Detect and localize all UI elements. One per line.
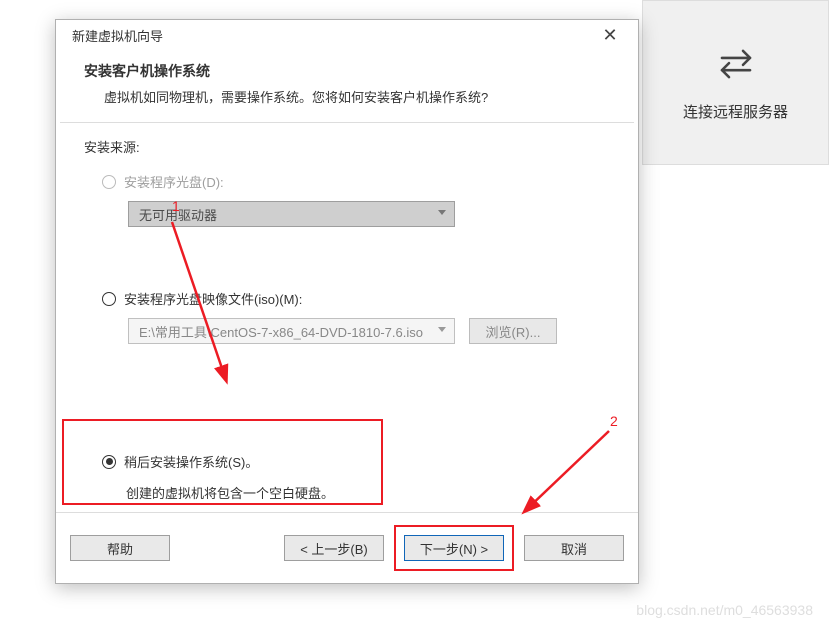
iso-file-row: E:\常用工具\CentOS-7-x86_64-DVD-1810-7.6.iso…	[128, 318, 610, 344]
annotation-box-2: 下一步(N) >	[394, 525, 514, 571]
wizard-heading: 安装客户机操作系统	[84, 61, 610, 81]
chevron-down-icon	[438, 327, 446, 332]
wizard-description: 虚拟机如同物理机，需要操作系统。您将如何安装客户机操作系统?	[104, 87, 610, 106]
swap-arrows-icon	[715, 43, 757, 89]
remote-server-panel[interactable]: 连接远程服务器	[642, 0, 829, 165]
title-bar: 新建虚拟机向导 ✕	[56, 20, 638, 51]
browse-button[interactable]: 浏览(R)...	[469, 318, 557, 344]
wizard-content: 安装来源: 安装程序光盘(D): 无可用驱动器 安装程序光盘映像文件(iso)(…	[56, 123, 638, 512]
annotation-label-1: 1	[172, 198, 180, 214]
close-button[interactable]: ✕	[590, 25, 630, 46]
help-button[interactable]: 帮助	[70, 535, 170, 561]
option-disc: 安装程序光盘(D):	[102, 172, 610, 191]
watermark: blog.csdn.net/m0_46563938	[636, 602, 813, 618]
new-vm-wizard-dialog: 新建虚拟机向导 ✕ 安装客户机操作系统 虚拟机如同物理机，需要操作系统。您将如何…	[55, 19, 639, 584]
source-label: 安装来源:	[84, 137, 610, 156]
chevron-down-icon	[438, 210, 446, 215]
dialog-title: 新建虚拟机向导	[72, 26, 590, 45]
radio-disc	[102, 175, 116, 189]
iso-path-input[interactable]: E:\常用工具\CentOS-7-x86_64-DVD-1810-7.6.iso	[128, 318, 455, 344]
radio-iso-label: 安装程序光盘映像文件(iso)(M):	[124, 289, 302, 308]
back-button[interactable]: < 上一步(B)	[284, 535, 384, 561]
radio-iso[interactable]	[102, 292, 116, 306]
radio-disc-label: 安装程序光盘(D):	[124, 172, 224, 191]
option-iso[interactable]: 安装程序光盘映像文件(iso)(M):	[102, 289, 610, 308]
remote-server-label: 连接远程服务器	[683, 101, 788, 122]
next-button[interactable]: 下一步(N) >	[404, 535, 504, 561]
annotation-label-2: 2	[610, 413, 618, 429]
wizard-footer: 帮助 < 上一步(B) 下一步(N) > 取消	[56, 512, 638, 583]
iso-path-value: E:\常用工具\CentOS-7-x86_64-DVD-1810-7.6.iso	[139, 322, 423, 341]
wizard-header: 安装客户机操作系统 虚拟机如同物理机，需要操作系统。您将如何安装客户机操作系统?	[56, 51, 638, 122]
annotation-box-1	[62, 419, 383, 505]
cancel-button[interactable]: 取消	[524, 535, 624, 561]
